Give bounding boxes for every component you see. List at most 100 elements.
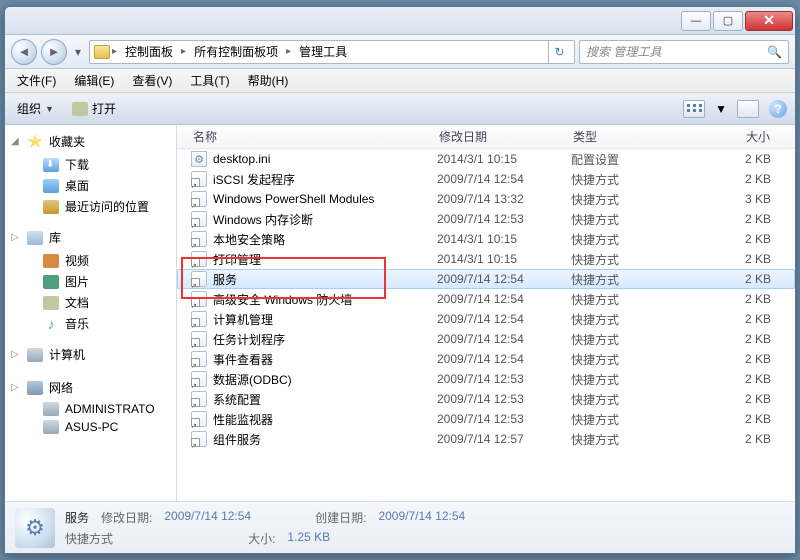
file-name: 打印管理 — [213, 251, 437, 268]
shortcut-icon — [191, 271, 207, 287]
shortcut-icon — [191, 251, 207, 267]
file-row[interactable]: 系统配置2009/7/14 12:53快捷方式2 KB — [177, 389, 795, 409]
search-icon[interactable]: 🔍 — [767, 45, 782, 59]
file-size: 2 KB — [705, 312, 785, 326]
sidebar-item-documents[interactable]: 文档 — [5, 292, 176, 313]
menu-file[interactable]: 文件(F) — [9, 69, 64, 92]
sidebar-item-network-pc[interactable]: ASUS-PC — [5, 418, 176, 436]
column-size[interactable]: 大小 — [699, 128, 779, 145]
file-type: 2014/3/1 10:15 — [437, 232, 571, 246]
breadcrumb-sep[interactable]: ▸ — [112, 46, 117, 57]
menu-view[interactable]: 查看(V) — [124, 69, 180, 92]
file-size: 2 KB — [705, 392, 785, 406]
shortcut-icon — [191, 411, 207, 427]
file-size: 2 KB — [705, 172, 785, 186]
disclosure-icon[interactable]: ▷ — [11, 349, 19, 360]
disclosure-icon[interactable]: ▷ — [11, 232, 19, 243]
sidebar-item-recent[interactable]: 最近访问的位置 — [5, 196, 176, 217]
file-name: 事件查看器 — [213, 351, 437, 368]
file-row[interactable]: 事件查看器2009/7/14 12:54快捷方式2 KB — [177, 349, 795, 369]
sidebar-computer[interactable]: ▷ 计算机 — [5, 344, 176, 367]
sidebar-item-downloads[interactable]: 下载 — [5, 154, 176, 175]
status-filename: 服务 — [65, 509, 89, 526]
file-row[interactable]: 组件服务2009/7/14 12:57快捷方式2 KB — [177, 429, 795, 449]
sidebar-item-videos[interactable]: 视频 — [5, 250, 176, 271]
column-type[interactable]: 类型 — [565, 128, 699, 145]
file-row[interactable]: 性能监视器2009/7/14 12:53快捷方式2 KB — [177, 409, 795, 429]
file-row[interactable]: iSCSI 发起程序2009/7/14 12:54快捷方式2 KB — [177, 169, 795, 189]
file-row[interactable]: ⚙desktop.ini2014/3/1 10:15配置设置2 KB — [177, 149, 795, 169]
file-size: 2 KB — [705, 212, 785, 226]
status-cdate-label: 创建日期: — [315, 509, 366, 526]
close-button[interactable]: ✕ — [745, 11, 793, 31]
toolbar: 组织 ▼ 打开 ▼ ? — [5, 93, 795, 125]
back-button[interactable]: ◄ — [11, 39, 37, 65]
search-placeholder: 搜索 管理工具 — [586, 43, 661, 60]
file-name: 任务计划程序 — [213, 331, 437, 348]
maximize-button[interactable]: ▢ — [713, 11, 743, 31]
chevron-down-icon[interactable]: ▼ — [715, 102, 727, 116]
breadcrumb-item[interactable]: 管理工具 — [293, 42, 353, 61]
music-icon: ♪ — [43, 317, 59, 331]
menubar: 文件(F) 编辑(E) 查看(V) 工具(T) 帮助(H) — [5, 69, 795, 93]
disclosure-icon[interactable]: ▷ — [11, 382, 19, 393]
status-mdate-value: 2009/7/14 12:54 — [164, 509, 251, 526]
picture-icon — [43, 275, 59, 289]
file-name: 系统配置 — [213, 391, 437, 408]
sidebar-item-music[interactable]: ♪音乐 — [5, 313, 176, 334]
file-row[interactable]: Windows PowerShell Modules2009/7/14 13:3… — [177, 189, 795, 209]
menu-tools[interactable]: 工具(T) — [182, 69, 237, 92]
status-type: 快捷方式 — [65, 530, 175, 547]
file-size: 2 KB — [705, 432, 785, 446]
file-name: 高级安全 Windows 防火墙 — [213, 291, 437, 308]
file-row[interactable]: 数据源(ODBC)2009/7/14 12:53快捷方式2 KB — [177, 369, 795, 389]
file-size: 2 KB — [705, 292, 785, 306]
file-type: 2009/7/14 12:54 — [437, 272, 571, 286]
library-icon — [27, 231, 43, 245]
desktop-icon — [43, 179, 59, 193]
minimize-button[interactable]: — — [681, 11, 711, 31]
sidebar-item-pictures[interactable]: 图片 — [5, 271, 176, 292]
file-size: 2 KB — [705, 412, 785, 426]
file-row[interactable]: 高级安全 Windows 防火墙2009/7/14 12:54快捷方式2 KB — [177, 289, 795, 309]
help-button[interactable]: ? — [769, 100, 787, 118]
breadcrumb[interactable]: ▸ 控制面板 ▸ 所有控制面板项 ▸ 管理工具 ↻ — [89, 40, 575, 64]
file-row[interactable]: 打印管理2014/3/1 10:15快捷方式2 KB — [177, 249, 795, 269]
preview-pane-button[interactable] — [737, 100, 759, 118]
file-row[interactable]: Windows 内存诊断2009/7/14 12:53快捷方式2 KB — [177, 209, 795, 229]
column-name[interactable]: 名称 — [185, 128, 431, 145]
forward-button[interactable]: ► — [41, 39, 67, 65]
disclosure-icon[interactable]: ◢ — [11, 136, 19, 147]
file-row[interactable]: 本地安全策略2014/3/1 10:15快捷方式2 KB — [177, 229, 795, 249]
breadcrumb-sep[interactable]: ▸ — [286, 46, 291, 57]
file-size: 2 KB — [705, 252, 785, 266]
breadcrumb-item[interactable]: 所有控制面板项 — [188, 42, 284, 61]
file-row[interactable]: 计算机管理2009/7/14 12:54快捷方式2 KB — [177, 309, 795, 329]
file-type: 2014/3/1 10:15 — [437, 252, 571, 266]
shortcut-icon — [191, 311, 207, 327]
open-button[interactable]: 打开 — [68, 97, 120, 120]
sidebar-libraries[interactable]: ▷ 库 — [5, 227, 176, 250]
organize-button[interactable]: 组织 ▼ — [13, 97, 58, 120]
sidebar-item-network-pc[interactable]: ADMINISTRATO — [5, 400, 176, 418]
file-row[interactable]: 服务2009/7/14 12:54快捷方式2 KB — [177, 269, 795, 289]
sidebar-item-desktop[interactable]: 桌面 — [5, 175, 176, 196]
breadcrumb-item[interactable]: 控制面板 — [119, 42, 179, 61]
sidebar-network[interactable]: ▷ 网络 — [5, 377, 176, 400]
column-date[interactable]: 修改日期 — [431, 128, 565, 145]
menu-edit[interactable]: 编辑(E) — [66, 69, 122, 92]
breadcrumb-sep[interactable]: ▸ — [181, 46, 186, 57]
menu-help[interactable]: 帮助(H) — [240, 69, 297, 92]
search-input[interactable]: 搜索 管理工具 🔍 — [579, 40, 789, 64]
status-size-value: 1.25 KB — [287, 530, 391, 547]
file-type: 2009/7/14 12:54 — [437, 332, 571, 346]
view-mode-button[interactable] — [683, 100, 705, 118]
file-row[interactable]: 任务计划程序2009/7/14 12:54快捷方式2 KB — [177, 329, 795, 349]
network-icon — [27, 381, 43, 395]
shortcut-icon — [191, 211, 207, 227]
sidebar-favorites[interactable]: ◢ 收藏夹 — [5, 131, 176, 154]
nav-history-drop-icon[interactable]: ▾ — [71, 41, 85, 63]
file-list: 名称 修改日期 类型 大小 ⚙desktop.ini2014/3/1 10:15… — [177, 125, 795, 501]
file-size: 3 KB — [705, 192, 785, 206]
refresh-button[interactable]: ↻ — [548, 41, 570, 63]
